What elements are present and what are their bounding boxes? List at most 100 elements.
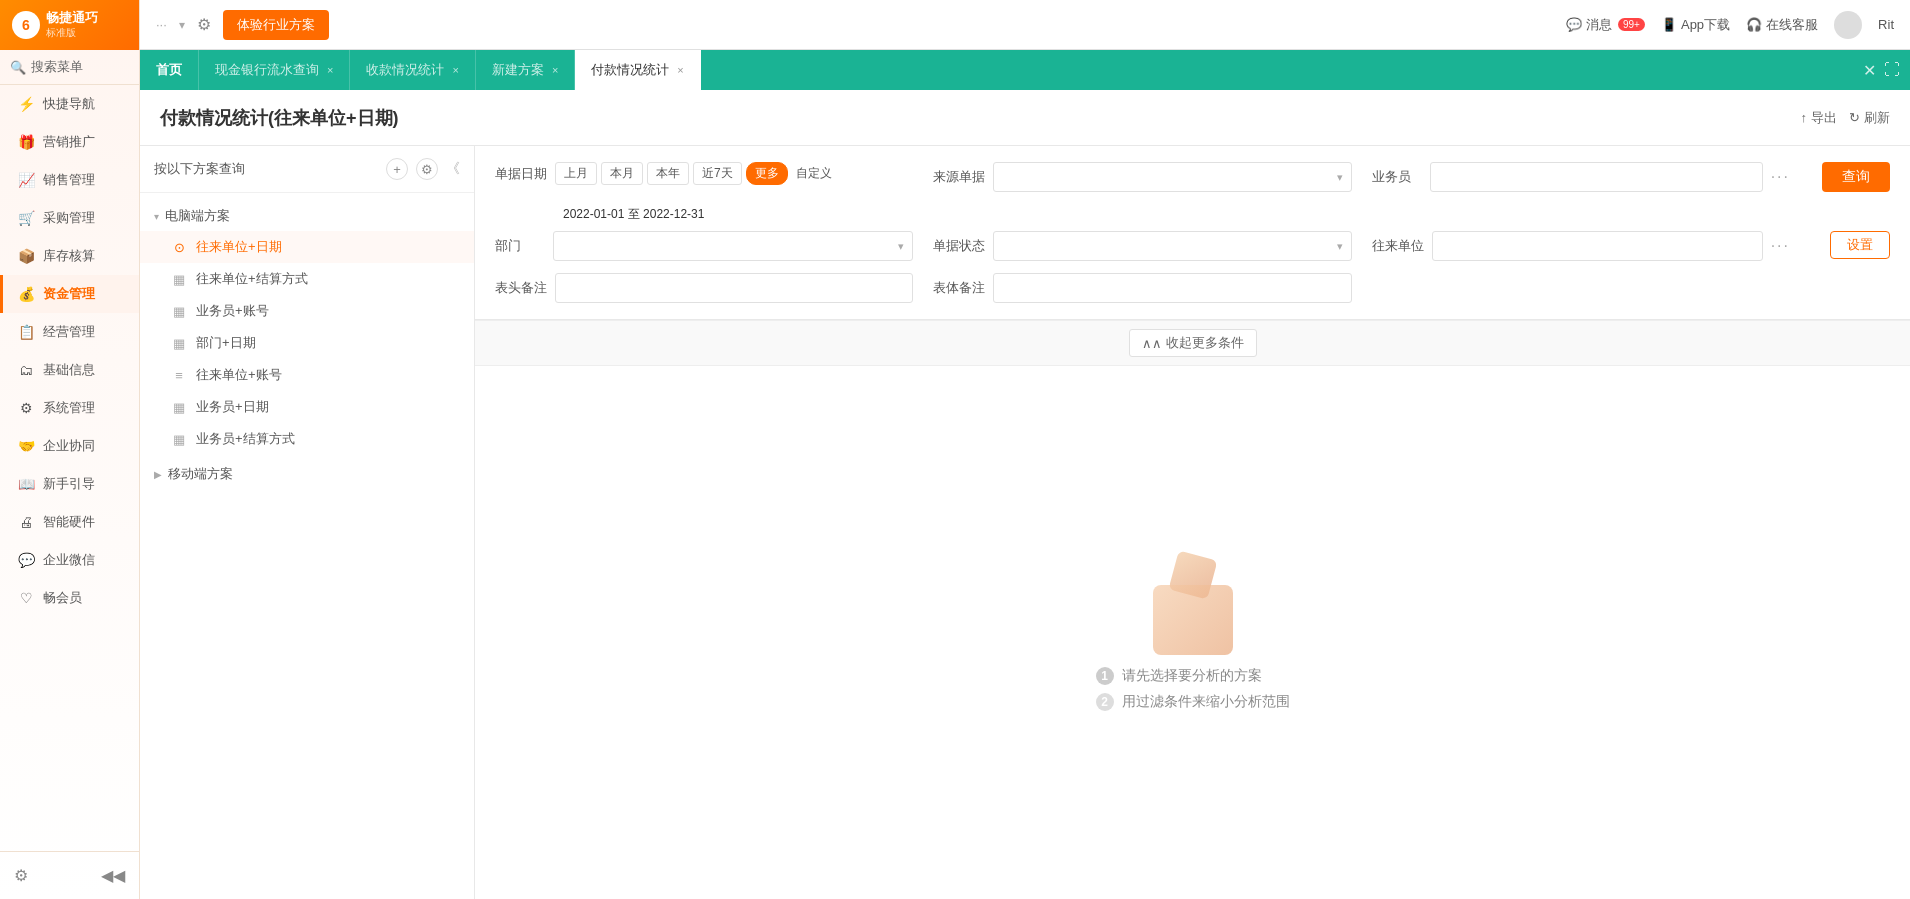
sidebar-item-finance[interactable]: 💰 资金管理 <box>0 275 139 313</box>
header-note-input[interactable] <box>555 273 913 303</box>
tree-item-unit-account[interactable]: ≡ 往来单位+账号 <box>140 359 474 391</box>
tab-new-scheme[interactable]: 新建方案 × <box>476 50 575 90</box>
date-btn-this-year[interactable]: 本年 <box>647 162 689 185</box>
page-content: 付款情况统计(往来单位+日期) ↑ 导出 ↻ 刷新 按以下方案查询 <box>140 90 1910 899</box>
tab-home[interactable]: 首页 <box>140 50 199 90</box>
online-service-label: 在线客服 <box>1766 16 1818 34</box>
empty-hint-1: 1 请先选择要分析的方案 <box>1096 667 1290 685</box>
phone-icon: 📱 <box>1661 17 1677 32</box>
date-btn-7days[interactable]: 近7天 <box>693 162 742 185</box>
footer-collapse-btn[interactable]: ◀◀ <box>97 862 129 889</box>
date-btn-last-month[interactable]: 上月 <box>555 162 597 185</box>
purchase-label: 采购管理 <box>43 209 95 227</box>
sidebar-item-sales[interactable]: 📈 销售管理 <box>0 161 139 199</box>
trial-btn[interactable]: 体验行业方案 <box>223 10 329 40</box>
tab-payment-stats-label: 付款情况统计 <box>591 61 669 79</box>
sidebar-item-enterprise[interactable]: 🤝 企业协同 <box>0 427 139 465</box>
tab-cash-flow[interactable]: 现金银行流水查询 × <box>199 50 350 90</box>
plus-icon: + <box>393 162 401 177</box>
sidebar-item-guide[interactable]: 📖 新手引导 <box>0 465 139 503</box>
messages-btn[interactable]: 💬 消息 99+ <box>1566 16 1645 34</box>
hint-text-1: 请先选择要分析的方案 <box>1122 667 1262 685</box>
left-panel-header: 按以下方案查询 + ⚙ 《 <box>140 146 474 193</box>
sidebar-item-vip[interactable]: ♡ 畅会员 <box>0 579 139 617</box>
footer-settings-btn[interactable]: ⚙ <box>10 862 32 889</box>
sidebar-item-quick-nav[interactable]: ⚡ 快捷导航 <box>0 85 139 123</box>
query-btn[interactable]: 查询 <box>1822 162 1890 192</box>
sidebar-item-hardware[interactable]: 🖨 智能硬件 <box>0 503 139 541</box>
operation-icon: 📋 <box>17 323 35 341</box>
vip-icon: ♡ <box>17 589 35 607</box>
tab-receivable[interactable]: 收款情况统计 × <box>350 50 475 90</box>
sidebar-search[interactable]: 🔍 搜索菜单 <box>0 50 139 85</box>
salesperson-dots-btn[interactable]: ··· <box>1771 168 1790 186</box>
expand-btn[interactable]: ⛶ <box>1884 61 1900 79</box>
sidebar-item-system[interactable]: ⚙ 系统管理 <box>0 389 139 427</box>
tab-cash-flow-close[interactable]: × <box>327 64 333 76</box>
scheme-settings-btn[interactable]: ⚙ <box>416 158 438 180</box>
sidebar-item-operation[interactable]: 📋 经营管理 <box>0 313 139 351</box>
tree-section-mobile-header[interactable]: ▶ 移动端方案 <box>140 459 474 489</box>
dept-select[interactable]: ▾ <box>553 231 913 261</box>
sidebar-item-wechat[interactable]: 💬 企业微信 <box>0 541 139 579</box>
sidebar-logo: 6 畅捷通巧 标准版 <box>0 0 139 50</box>
left-panel-title: 按以下方案查询 <box>154 160 245 178</box>
sidebar-item-purchase[interactable]: 🛒 采购管理 <box>0 199 139 237</box>
close-all-btn[interactable]: ✕ <box>1863 61 1876 80</box>
salesperson-input[interactable] <box>1430 162 1763 192</box>
topbar-chevron-icon[interactable]: ▾ <box>179 18 185 32</box>
add-scheme-btn[interactable]: + <box>386 158 408 180</box>
refresh-btn[interactable]: ↻ 刷新 <box>1849 109 1890 127</box>
salesperson-account-icon: ▦ <box>170 302 188 320</box>
tree-section-mobile: ▶ 移动端方案 <box>140 459 474 489</box>
tree-section-pc-header[interactable]: ▾ 电脑端方案 <box>140 201 474 231</box>
dept-date-icon: ▦ <box>170 334 188 352</box>
tab-new-scheme-close[interactable]: × <box>552 64 558 76</box>
quick-nav-icon: ⚡ <box>17 95 35 113</box>
tab-receivable-close[interactable]: × <box>452 64 458 76</box>
sidebar-item-basic[interactable]: 🗂 基础信息 <box>0 351 139 389</box>
page-header-actions: ↑ 导出 ↻ 刷新 <box>1801 109 1891 127</box>
finance-icon: 💰 <box>17 285 35 303</box>
sidebar-item-marketing[interactable]: 🎁 营销推广 <box>0 123 139 161</box>
scheme-tree: ▾ 电脑端方案 ⊙ 往来单位+日期 ▦ 往来单位+结算方式 ▦ <box>140 193 474 899</box>
body-note-input[interactable] <box>993 273 1351 303</box>
date-btn-more[interactable]: 更多 <box>746 162 788 185</box>
collapse-more-btn[interactable]: ∧∧ 收起更多条件 <box>1129 329 1257 357</box>
tabbar-actions: ✕ ⛶ <box>1853 50 1910 90</box>
empty-hint-2: 2 用过滤条件来缩小分析范围 <box>1096 693 1290 711</box>
export-btn[interactable]: ↑ 导出 <box>1801 109 1838 127</box>
tree-item-salesperson-date[interactable]: ▦ 业务员+日期 <box>140 391 474 423</box>
tree-item-unit-date[interactable]: ⊙ 往来单位+日期 <box>140 231 474 263</box>
related-unit-dots-btn[interactable]: ··· <box>1771 237 1790 255</box>
settings-btn[interactable]: 设置 <box>1830 231 1890 259</box>
tree-item-unit-payment[interactable]: ▦ 往来单位+结算方式 <box>140 263 474 295</box>
sidebar-item-inventory[interactable]: 📦 库存核算 <box>0 237 139 275</box>
filter-row-2: 部门 ▾ 单据状态 ▾ <box>495 231 1890 261</box>
guide-label: 新手引导 <box>43 475 95 493</box>
user-avatar[interactable] <box>1834 11 1862 39</box>
tree-item-salesperson-payment[interactable]: ▦ 业务员+结算方式 <box>140 423 474 455</box>
source-select[interactable]: ▾ <box>993 162 1351 192</box>
messages-badge: 99+ <box>1618 18 1645 31</box>
tree-item-dept-date[interactable]: ▦ 部门+日期 <box>140 327 474 359</box>
unit-payment-label: 往来单位+结算方式 <box>196 270 308 288</box>
app-download-btn[interactable]: 📱 App下载 <box>1661 16 1730 34</box>
left-panel-collapse-btn[interactable]: 《 <box>446 160 460 178</box>
main-area: 按以下方案查询 + ⚙ 《 ▾ <box>140 146 1910 899</box>
tab-payment-stats[interactable]: 付款情况统计 × <box>575 50 700 90</box>
online-service-btn[interactable]: 🎧 在线客服 <box>1746 16 1818 34</box>
tab-payment-stats-close[interactable]: × <box>677 64 683 76</box>
sales-icon: 📈 <box>17 171 35 189</box>
unit-date-icon: ⊙ <box>170 238 188 256</box>
related-unit-input[interactable] <box>1432 231 1763 261</box>
sidebar: 6 畅捷通巧 标准版 🔍 搜索菜单 ⚡ 快捷导航 🎁 营销推广 📈 销售管理 🛒… <box>0 0 140 899</box>
dept-date-label: 部门+日期 <box>196 334 256 352</box>
unit-date-label: 往来单位+日期 <box>196 238 282 256</box>
tree-item-salesperson-account[interactable]: ▦ 业务员+账号 <box>140 295 474 327</box>
mobile-section-label: 移动端方案 <box>168 465 233 483</box>
voucher-status-select[interactable]: ▾ <box>993 231 1351 261</box>
topbar-gear-icon[interactable]: ⚙ <box>197 15 211 34</box>
pc-section-label: 电脑端方案 <box>165 207 230 225</box>
date-btn-this-month[interactable]: 本月 <box>601 162 643 185</box>
